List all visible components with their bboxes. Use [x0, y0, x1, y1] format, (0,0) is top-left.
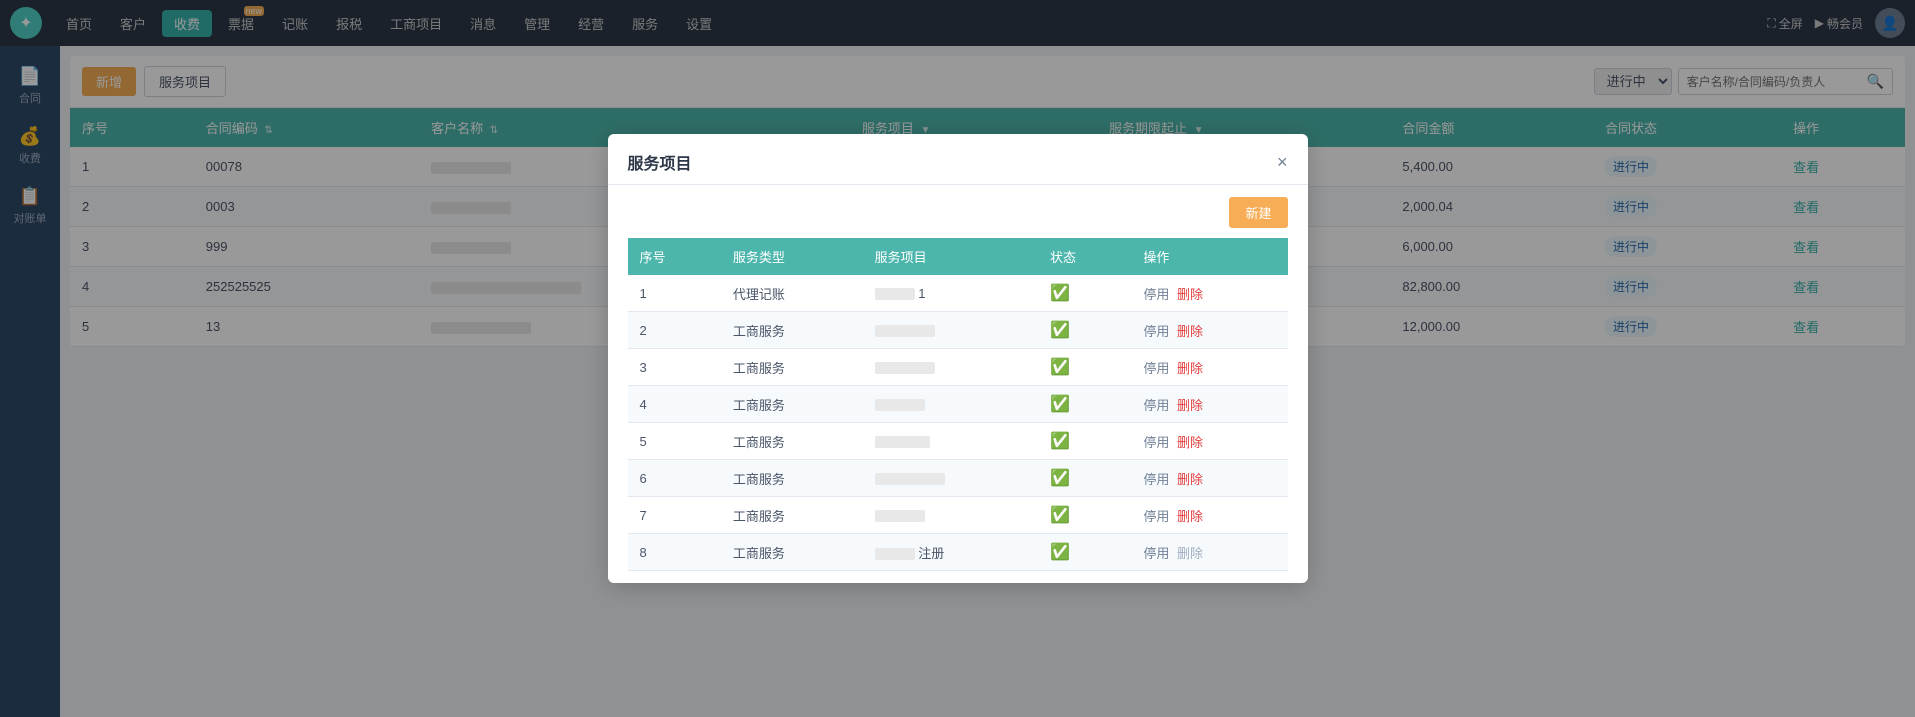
- modal-cell-type: 工商服务: [721, 497, 863, 534]
- modal-cell-status: ✅: [1038, 423, 1131, 460]
- modal-title: 服务项目: [628, 150, 692, 174]
- modal-cell-action: 停用 删除: [1131, 275, 1287, 312]
- modal-cell-status: ✅: [1038, 275, 1131, 312]
- modal-table-header: 序号 服务类型 服务项目 状态 操作: [628, 238, 1288, 275]
- modal-table-body: 1 代理记账 1 ✅ 停用 删除 2 工商服务 ✅: [628, 275, 1288, 571]
- modal-cell-seq: 2: [628, 312, 721, 349]
- delete-button[interactable]: 删除: [1177, 398, 1203, 413]
- modal-cell-seq: 7: [628, 497, 721, 534]
- modal-cell-action: 停用 删除: [1131, 460, 1287, 497]
- modal-cell-type: 工商服务: [721, 386, 863, 423]
- modal-cell-item: [863, 497, 1038, 534]
- modal-cell-action: 停用 删除: [1131, 386, 1287, 423]
- delete-button[interactable]: 删除: [1177, 509, 1203, 524]
- stop-button[interactable]: 停用: [1143, 435, 1169, 450]
- modal-cell-seq: 3: [628, 349, 721, 386]
- service-items-modal: 服务项目 × 新建 序号 服务类型 服务项目 状态 操作: [608, 134, 1308, 583]
- list-item: 8 工商服务 注册 ✅ 停用 删除: [628, 534, 1288, 571]
- modal-cell-action: 停用 删除: [1131, 534, 1287, 571]
- delete-button[interactable]: 删除: [1177, 546, 1203, 561]
- modal-cell-item: [863, 312, 1038, 349]
- stop-button[interactable]: 停用: [1143, 361, 1169, 376]
- modal-cell-type: 工商服务: [721, 460, 863, 497]
- modal-cell-status: ✅: [1038, 349, 1131, 386]
- modal-col-seq: 序号: [628, 238, 721, 275]
- list-item: 1 代理记账 1 ✅ 停用 删除: [628, 275, 1288, 312]
- delete-button[interactable]: 删除: [1177, 324, 1203, 339]
- stop-button[interactable]: 停用: [1143, 398, 1169, 413]
- stop-button[interactable]: 停用: [1143, 472, 1169, 487]
- modal-cell-action: 停用 删除: [1131, 312, 1287, 349]
- modal-cell-seq: 8: [628, 534, 721, 571]
- modal-close-button[interactable]: ×: [1277, 153, 1288, 171]
- stop-button[interactable]: 停用: [1143, 546, 1169, 561]
- modal-cell-status: ✅: [1038, 386, 1131, 423]
- modal-cell-status: ✅: [1038, 460, 1131, 497]
- delete-button[interactable]: 删除: [1177, 472, 1203, 487]
- modal-cell-item: [863, 386, 1038, 423]
- modal-cell-seq: 6: [628, 460, 721, 497]
- delete-button[interactable]: 删除: [1177, 435, 1203, 450]
- modal-cell-item: [863, 349, 1038, 386]
- modal-cell-status: ✅: [1038, 534, 1131, 571]
- modal-header: 服务项目 ×: [608, 134, 1308, 185]
- list-item: 5 工商服务 ✅ 停用 删除: [628, 423, 1288, 460]
- modal-overlay[interactable]: 服务项目 × 新建 序号 服务类型 服务项目 状态 操作: [0, 0, 1915, 717]
- modal-cell-action: 停用 删除: [1131, 349, 1287, 386]
- modal-cell-type: 工商服务: [721, 534, 863, 571]
- modal-cell-seq: 5: [628, 423, 721, 460]
- modal-cell-status: ✅: [1038, 312, 1131, 349]
- delete-button[interactable]: 删除: [1177, 287, 1203, 302]
- modal-cell-action: 停用 删除: [1131, 423, 1287, 460]
- modal-cell-type: 工商服务: [721, 312, 863, 349]
- modal-cell-item: [863, 460, 1038, 497]
- stop-button[interactable]: 停用: [1143, 509, 1169, 524]
- modal-toolbar: 新建: [628, 197, 1288, 228]
- modal-cell-item: 1: [863, 275, 1038, 312]
- modal-cell-item: [863, 423, 1038, 460]
- service-items-table: 序号 服务类型 服务项目 状态 操作 1 代理记账 1 ✅ 停用: [628, 238, 1288, 571]
- list-item: 3 工商服务 ✅ 停用 删除: [628, 349, 1288, 386]
- list-item: 2 工商服务 ✅ 停用 删除: [628, 312, 1288, 349]
- delete-button[interactable]: 删除: [1177, 361, 1203, 376]
- stop-button[interactable]: 停用: [1143, 287, 1169, 302]
- modal-cell-seq: 4: [628, 386, 721, 423]
- modal-cell-seq: 1: [628, 275, 721, 312]
- modal-cell-action: 停用 删除: [1131, 497, 1287, 534]
- modal-cell-type: 代理记账: [721, 275, 863, 312]
- modal-cell-status: ✅: [1038, 497, 1131, 534]
- modal-body: 新建 序号 服务类型 服务项目 状态 操作 1 代理记账: [608, 185, 1308, 583]
- list-item: 7 工商服务 ✅ 停用 删除: [628, 497, 1288, 534]
- list-item: 6 工商服务 ✅ 停用 删除: [628, 460, 1288, 497]
- list-item: 4 工商服务 ✅ 停用 删除: [628, 386, 1288, 423]
- modal-cell-type: 工商服务: [721, 423, 863, 460]
- modal-col-action: 操作: [1131, 238, 1287, 275]
- modal-col-status: 状态: [1038, 238, 1131, 275]
- modal-cell-item: 注册: [863, 534, 1038, 571]
- stop-button[interactable]: 停用: [1143, 324, 1169, 339]
- modal-cell-type: 工商服务: [721, 349, 863, 386]
- modal-col-item: 服务项目: [863, 238, 1038, 275]
- modal-col-type: 服务类型: [721, 238, 863, 275]
- modal-new-button[interactable]: 新建: [1229, 197, 1287, 228]
